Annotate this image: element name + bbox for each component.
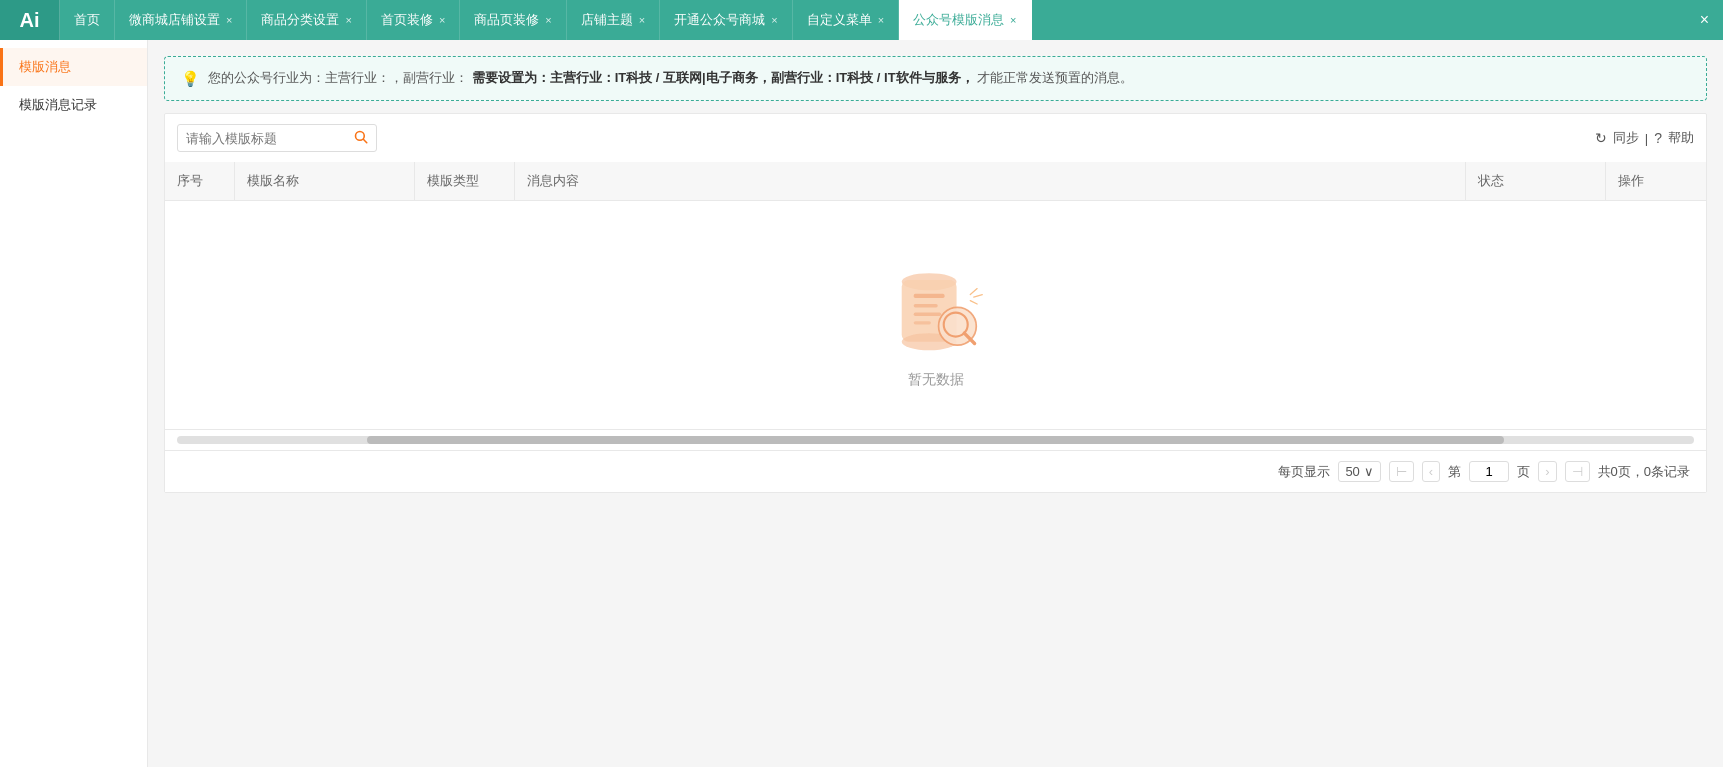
- tab-template-msg[interactable]: 公众号模版消息 ×: [899, 0, 1031, 40]
- tab-template-msg-label: 公众号模版消息: [913, 11, 1004, 29]
- sidebar: 模版消息 模版消息记录: [0, 40, 148, 767]
- tab-product-decor[interactable]: 商品页装修 ×: [460, 0, 566, 40]
- th-type: 模版类型: [415, 162, 515, 200]
- page-size-value: 50: [1345, 464, 1359, 479]
- help-icon: ?: [1654, 130, 1662, 146]
- scroll-thumb: [367, 436, 1505, 444]
- tab-template-msg-close[interactable]: ×: [1010, 14, 1016, 26]
- empty-text: 暂无数据: [908, 371, 964, 389]
- tab-wechat-shop-label: 微商城店铺设置: [129, 11, 220, 29]
- app-logo: Ai: [0, 0, 60, 40]
- tab-open-mall-close[interactable]: ×: [771, 14, 777, 26]
- table-header: 序号 模版名称 模版类型 消息内容 状态 操作: [165, 162, 1706, 201]
- page-first-button[interactable]: ⊢: [1389, 461, 1414, 482]
- search-row: ↻ 同步 | ? 帮助: [165, 114, 1706, 162]
- page-size-select[interactable]: 50 ∨: [1338, 461, 1380, 482]
- tab-wechat-shop-close[interactable]: ×: [226, 14, 232, 26]
- notice-text-before: 您的公众号行业为：主营行业：，副营行业：: [208, 70, 468, 85]
- th-content: 消息内容: [515, 162, 1466, 200]
- tab-custom-menu-close[interactable]: ×: [878, 14, 884, 26]
- notice-box: 💡 您的公众号行业为：主营行业：，副营行业： 需要设置为：主营行业：IT科技 /…: [164, 56, 1707, 101]
- tab-shop-theme-close[interactable]: ×: [639, 14, 645, 26]
- notice-text: 您的公众号行业为：主营行业：，副营行业： 需要设置为：主营行业：IT科技 / 互…: [208, 69, 1133, 87]
- notice-text-after: 才能正常发送预置的消息。: [977, 70, 1133, 85]
- pagination-row: 每页显示 50 ∨ ⊢ ‹ 第 页 › ⊣ 共0页，0条记录: [165, 450, 1706, 492]
- help-button[interactable]: 帮助: [1668, 129, 1694, 147]
- tab-custom-menu-label: 自定义菜单: [807, 11, 872, 29]
- tab-open-mall-label: 开通公众号商城: [674, 11, 765, 29]
- page-total-text: 共0页，0条记录: [1598, 463, 1690, 481]
- tab-product-decor-close[interactable]: ×: [545, 14, 551, 26]
- search-icon: [353, 129, 368, 144]
- sync-icon: ↻: [1595, 130, 1607, 146]
- divider: |: [1645, 131, 1648, 146]
- svg-rect-8: [913, 321, 930, 324]
- th-index: 序号: [165, 162, 235, 200]
- svg-line-14: [970, 301, 977, 304]
- page-input[interactable]: [1469, 461, 1509, 482]
- page-prev-button[interactable]: ‹: [1422, 461, 1440, 482]
- svg-rect-6: [913, 304, 937, 307]
- page-size-chevron-icon: ∨: [1364, 464, 1374, 479]
- svg-rect-7: [913, 313, 940, 316]
- global-close-button[interactable]: ×: [1686, 11, 1723, 29]
- main-layout: 模版消息 模版消息记录 💡 您的公众号行业为：主营行业：，副营行业： 需要设置为…: [0, 40, 1723, 767]
- search-input-wrap: [177, 124, 377, 152]
- tab-open-mall[interactable]: 开通公众号商城 ×: [660, 0, 792, 40]
- tab-home-decor-label: 首页装修: [381, 11, 433, 29]
- page-last-button[interactable]: ⊣: [1565, 461, 1590, 482]
- tab-home-decor-close[interactable]: ×: [439, 14, 445, 26]
- sidebar-item-template-msg-record[interactable]: 模版消息记录: [0, 86, 147, 124]
- search-button[interactable]: [353, 129, 368, 147]
- sidebar-item-template-msg[interactable]: 模版消息: [0, 48, 147, 86]
- th-status: 状态: [1466, 162, 1606, 200]
- page-size-label: 每页显示: [1278, 463, 1330, 481]
- scroll-track[interactable]: [177, 436, 1694, 444]
- svg-rect-5: [913, 294, 944, 298]
- tab-product-decor-label: 商品页装修: [474, 11, 539, 29]
- th-name: 模版名称: [235, 162, 415, 200]
- content-area: 💡 您的公众号行业为：主营行业：，副营行业： 需要设置为：主营行业：IT科技 /…: [148, 40, 1723, 767]
- sync-help-row: ↻ 同步 | ? 帮助: [1595, 129, 1694, 147]
- empty-illustration: [876, 261, 996, 371]
- tab-home-label: 首页: [74, 11, 100, 29]
- svg-line-1: [363, 139, 366, 142]
- sync-button[interactable]: 同步: [1613, 129, 1639, 147]
- tab-custom-menu[interactable]: 自定义菜单 ×: [793, 0, 899, 40]
- tab-product-category-label: 商品分类设置: [261, 11, 339, 29]
- tab-shop-theme[interactable]: 店铺主题 ×: [567, 0, 660, 40]
- tab-home[interactable]: 首页: [60, 0, 115, 40]
- tab-home-decor[interactable]: 首页装修 ×: [367, 0, 460, 40]
- tab-bar: Ai 首页 微商城店铺设置 × 商品分类设置 × 首页装修 × 商品页装修 × …: [0, 0, 1723, 40]
- sidebar-item-template-msg-record-label: 模版消息记录: [19, 97, 97, 112]
- page-label-before: 第: [1448, 463, 1461, 481]
- tab-wechat-shop[interactable]: 微商城店铺设置 ×: [115, 0, 247, 40]
- page-next-button[interactable]: ›: [1538, 461, 1556, 482]
- empty-state: 暂无数据: [165, 201, 1706, 429]
- tab-shop-theme-label: 店铺主题: [581, 11, 633, 29]
- search-input[interactable]: [186, 131, 349, 146]
- svg-line-12: [970, 289, 977, 295]
- notice-highlight: 需要设置为：主营行业：IT科技 / 互联网|电子商务，副营行业：IT科技 / I…: [472, 70, 974, 85]
- page-label-after: 页: [1517, 463, 1530, 481]
- sidebar-item-template-msg-label: 模版消息: [19, 59, 71, 74]
- svg-line-13: [973, 295, 982, 298]
- scroll-bar-row: [165, 429, 1706, 450]
- tab-product-category-close[interactable]: ×: [345, 14, 351, 26]
- logo-text: Ai: [20, 9, 40, 32]
- notice-icon: 💡: [181, 70, 200, 88]
- tab-product-category[interactable]: 商品分类设置 ×: [247, 0, 366, 40]
- table-card: ↻ 同步 | ? 帮助 序号 模版名称 模版类型 消息内容 状态 操作: [164, 113, 1707, 493]
- th-action: 操作: [1606, 162, 1706, 200]
